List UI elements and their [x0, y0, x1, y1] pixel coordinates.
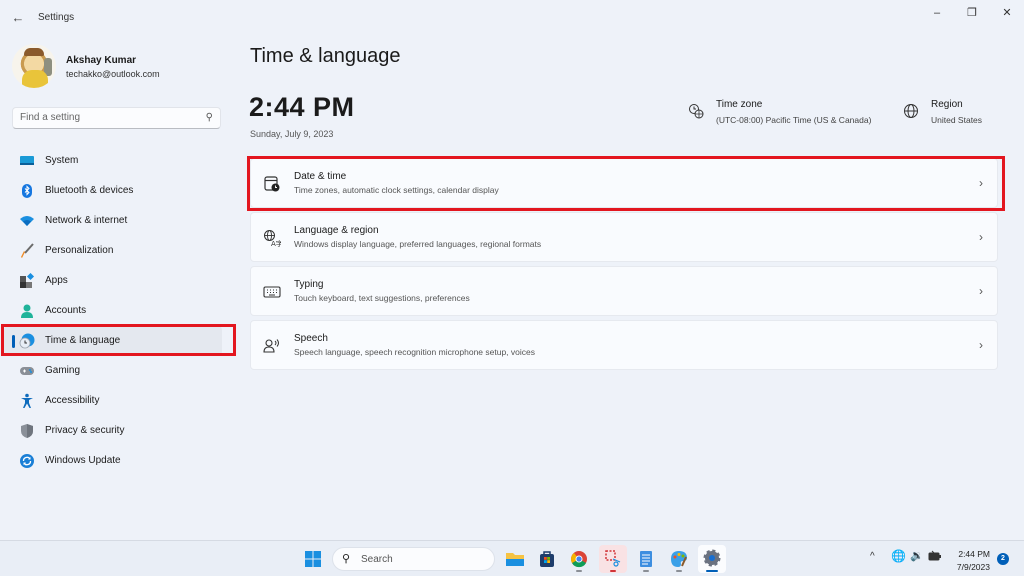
card-speech[interactable]: Speech Speech language, speech recogniti… — [250, 320, 998, 370]
user-name: Akshay Kumar — [66, 55, 137, 66]
speech-icon — [263, 339, 279, 353]
folder-icon — [506, 553, 524, 566]
sidebar-item-accounts[interactable]: Accounts — [4, 296, 222, 326]
network-status-icon[interactable]: 🌐 — [891, 549, 906, 563]
taskbar-file-explorer[interactable] — [501, 545, 529, 573]
apps-icon — [20, 273, 35, 288]
taskbar-date: 7/9/2023 — [956, 562, 990, 572]
current-time: 2:44 PM — [249, 92, 355, 122]
settings-gear-icon — [703, 549, 721, 567]
back-button[interactable]: ← — [10, 10, 26, 26]
taskbar-chrome[interactable] — [565, 545, 593, 573]
windows-logo-icon — [305, 551, 321, 567]
shield-icon — [21, 424, 33, 438]
taskbar-search[interactable]: ⚲ Search — [332, 547, 495, 571]
avatar[interactable] — [12, 44, 56, 88]
sidebar-item-windows-update[interactable]: Windows Update — [4, 446, 222, 476]
accessibility-icon — [21, 393, 33, 408]
chevron-right-icon: › — [979, 176, 983, 190]
card-language-region[interactable]: A字 Language & region Windows display lan… — [250, 212, 998, 262]
search-input[interactable] — [20, 112, 200, 123]
sidebar-item-privacy[interactable]: Privacy & security — [4, 416, 222, 446]
chevron-right-icon: › — [979, 284, 983, 298]
sidebar-item-gaming[interactable]: Gaming — [4, 356, 222, 386]
brush-icon — [21, 243, 34, 258]
sidebar-item-accessibility[interactable]: Accessibility — [4, 386, 222, 416]
sidebar-item-system[interactable]: System — [4, 146, 222, 176]
sidebar-item-apps[interactable]: Apps — [4, 266, 222, 296]
page-title: Time & language — [250, 45, 401, 67]
find-setting-search[interactable]: ⚲ — [12, 107, 221, 129]
volume-icon[interactable]: 🔉 — [910, 549, 924, 562]
chevron-right-icon: › — [979, 230, 983, 244]
sidebar-item-personalization[interactable]: Personalization — [4, 236, 222, 266]
system-icon — [20, 156, 34, 165]
chevron-right-icon: › — [979, 338, 983, 352]
card-date-time[interactable]: Date & time Time zones, automatic clock … — [250, 158, 998, 208]
sidebar-item-network[interactable]: Network & internet — [4, 206, 222, 236]
show-hidden-icons-button[interactable]: ^ — [870, 551, 875, 562]
calendar-clock-icon — [264, 176, 280, 192]
settings-cards: Date & time Time zones, automatic clock … — [250, 158, 998, 374]
search-icon[interactable]: ⚲ — [206, 112, 213, 123]
current-date: Sunday, July 9, 2023 — [250, 129, 334, 139]
sidebar-nav: System Bluetooth & devices Network & int… — [4, 146, 222, 476]
notification-badge[interactable]: 2 — [997, 553, 1009, 565]
update-icon — [20, 454, 34, 468]
snipping-tool-icon — [605, 550, 621, 567]
card-typing[interactable]: Typing Touch keyboard, text suggestions,… — [250, 266, 998, 316]
taskbar-clock[interactable]: 2:44 PM 7/9/2023 — [952, 548, 990, 574]
sidebar-item-time-language[interactable]: Time & language — [4, 326, 222, 356]
active-indicator — [12, 335, 15, 348]
wifi-icon — [20, 216, 34, 226]
maximize-button[interactable]: ❐ — [962, 6, 982, 20]
store-icon — [540, 551, 554, 567]
sidebar-item-bluetooth[interactable]: Bluetooth & devices — [4, 176, 222, 206]
title-bar: ← Settings – ❐ ✕ — [0, 0, 1024, 36]
language-icon: A字 — [264, 230, 281, 247]
bluetooth-icon — [22, 184, 32, 198]
start-button[interactable] — [299, 545, 327, 573]
accounts-icon — [21, 304, 33, 318]
chrome-icon — [571, 551, 587, 568]
battery-icon[interactable] — [928, 550, 942, 565]
gamepad-icon — [20, 367, 34, 375]
taskbar-snipping-tool[interactable] — [599, 545, 627, 573]
globe-icon — [904, 104, 918, 118]
paint-icon — [671, 551, 687, 567]
notepad-icon — [640, 551, 652, 567]
time-zone-icon — [689, 104, 704, 119]
user-email: techakko@outlook.com — [66, 69, 160, 79]
taskbar-microsoft-store[interactable] — [533, 545, 561, 573]
close-button[interactable]: ✕ — [997, 6, 1017, 20]
taskbar-notepad[interactable] — [632, 545, 660, 573]
taskbar-settings[interactable] — [698, 545, 726, 573]
svg-text:A字: A字 — [271, 239, 281, 247]
keyboard-icon — [263, 286, 281, 298]
minimize-button[interactable]: – — [927, 6, 947, 20]
taskbar-time: 2:44 PM — [958, 549, 990, 559]
taskbar: ⚲ Search ^ 🌐 🔉 2:44 PM 7/9/2023 2 — [0, 540, 1024, 576]
app-title: Settings — [38, 12, 75, 23]
taskbar-paint[interactable] — [665, 545, 693, 573]
search-icon: ⚲ — [342, 553, 351, 565]
time-language-icon — [19, 333, 35, 349]
